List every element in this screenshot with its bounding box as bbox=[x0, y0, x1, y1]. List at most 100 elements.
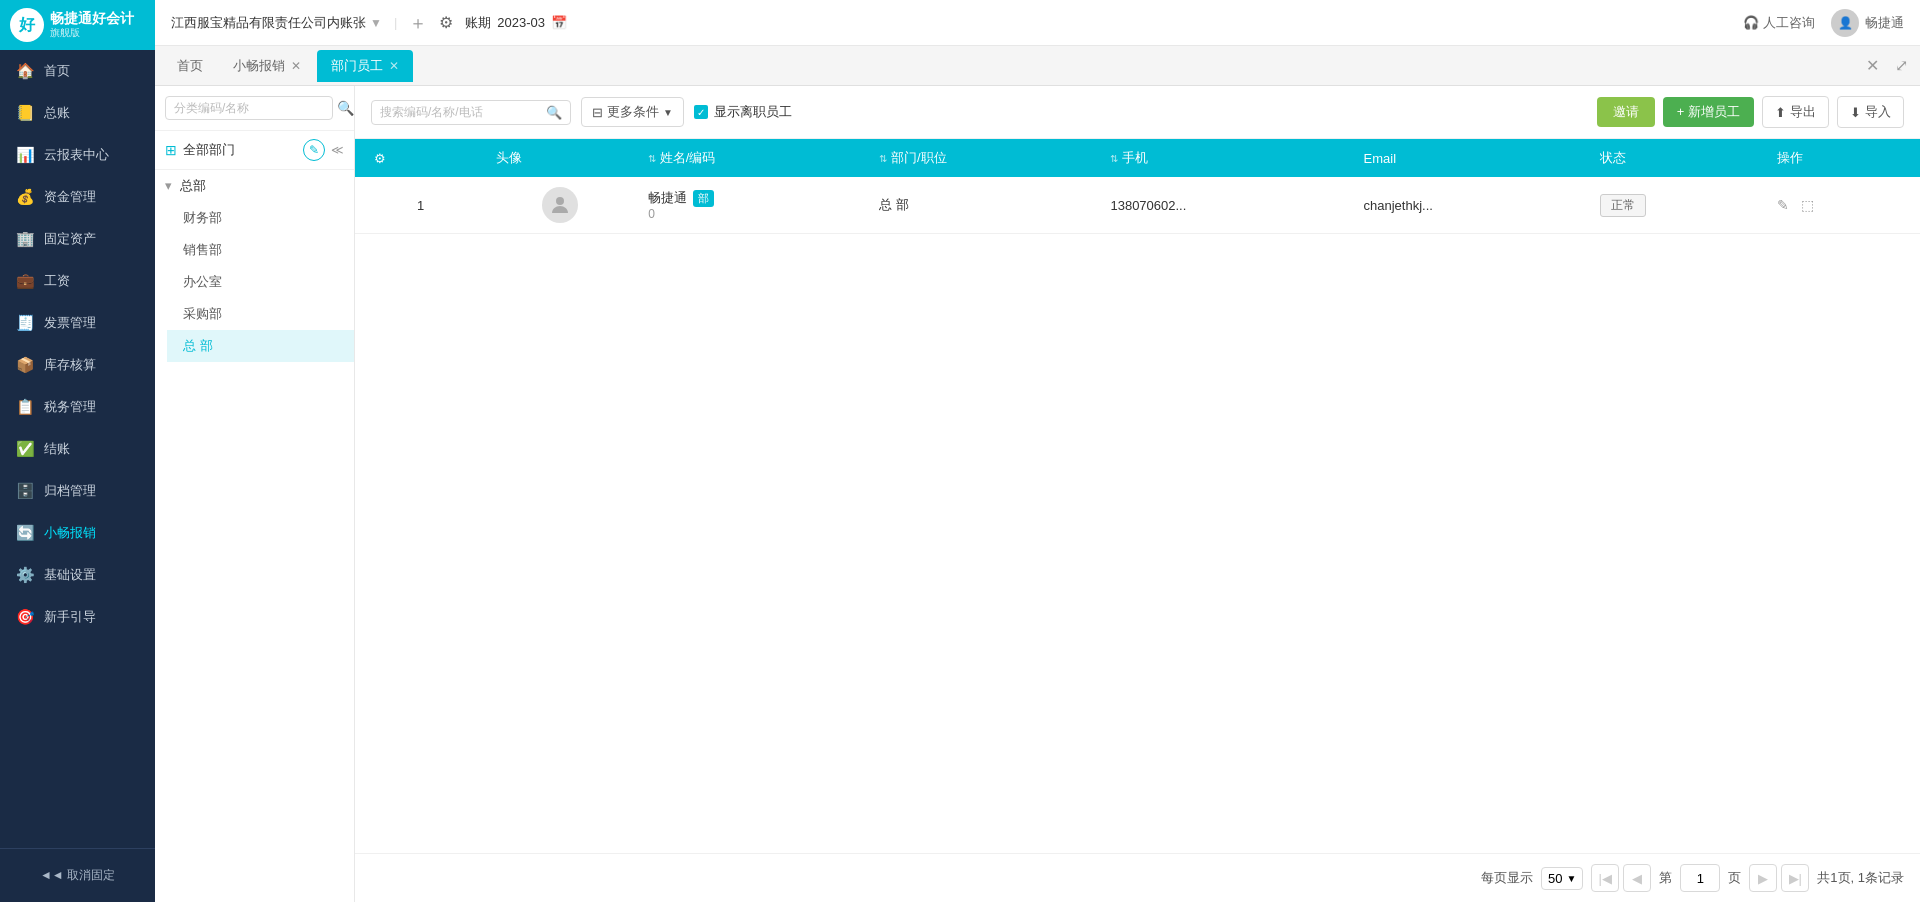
checkbox-icon: ✓ bbox=[694, 105, 708, 119]
sidebar-item-inventory[interactable]: 📦 库存核算 bbox=[0, 344, 155, 386]
app-logo: 好 畅捷通好会计 旗舰版 bbox=[0, 0, 155, 50]
delete-icon[interactable]: ⬚ bbox=[1801, 197, 1814, 213]
dept-edit-button[interactable]: ✎ bbox=[303, 139, 325, 161]
sidebar-item-invoice[interactable]: 🧾 发票管理 bbox=[0, 302, 155, 344]
col-num bbox=[405, 139, 484, 177]
employee-panel: 🔍 ⊟ 更多条件 ▼ ✓ 显示离职员工 邀请 + 新增员工 ⬆ 导出 bbox=[355, 86, 1920, 902]
sidebar-item-home[interactable]: 🏠 首页 bbox=[0, 50, 155, 92]
inventory-icon: 📦 bbox=[16, 356, 34, 374]
sidebar-item-capital[interactable]: 💰 资金管理 bbox=[0, 176, 155, 218]
company-selector[interactable]: 江西服宝精品有限责任公司内账张 ▼ bbox=[171, 14, 382, 32]
show-resigned-checkbox[interactable]: ✓ 显示离职员工 bbox=[694, 103, 792, 121]
dept-root-item[interactable]: ▾ 总部 bbox=[155, 170, 354, 202]
company-dropdown-icon: ▼ bbox=[370, 16, 382, 30]
cancel-pin-button[interactable]: ◄◄ 取消固定 bbox=[0, 859, 155, 892]
tab-home[interactable]: 首页 bbox=[163, 50, 217, 82]
period-selector[interactable]: 账期 2023-03 📅 bbox=[465, 14, 567, 32]
grid-icon: ⊞ bbox=[165, 142, 177, 158]
sidebar-item-label: 归档管理 bbox=[44, 482, 96, 500]
first-page-button[interactable]: |◀ bbox=[1591, 864, 1619, 892]
export-button[interactable]: ⬆ 导出 bbox=[1762, 96, 1829, 128]
dept-search-input[interactable] bbox=[165, 96, 333, 120]
per-page-dropdown-icon: ▼ bbox=[1566, 873, 1576, 884]
assets-icon: 🏢 bbox=[16, 230, 34, 248]
expense-icon: 🔄 bbox=[16, 524, 34, 542]
import-button[interactable]: ⬇ 导入 bbox=[1837, 96, 1904, 128]
tab-dept-employee[interactable]: 部门员工 ✕ bbox=[317, 50, 413, 82]
add-company-icon[interactable]: ＋ bbox=[409, 11, 427, 35]
period-value: 2023-03 bbox=[497, 15, 545, 30]
employee-table-wrap: ⚙ 头像 ⇅ 姓名/编码 ⇅ 部门/职位 bbox=[355, 139, 1920, 853]
filter-button[interactable]: ⊟ 更多条件 ▼ bbox=[581, 97, 684, 127]
search-icon[interactable]: 🔍 bbox=[337, 100, 354, 116]
add-employee-button[interactable]: + 新增员工 bbox=[1663, 97, 1754, 127]
dept-header: ⊞ 全部部门 ✎ ≪ bbox=[155, 131, 354, 170]
employee-avatar bbox=[542, 187, 578, 223]
dept-collapse-icon[interactable]: ≪ bbox=[331, 143, 344, 157]
topbar: 江西服宝精品有限责任公司内账张 ▼ | ＋ ⚙ 账期 2023-03 📅 🎧 人… bbox=[155, 0, 1920, 46]
close-tab-icon[interactable]: ✕ bbox=[1862, 52, 1883, 79]
prev-page-button[interactable]: ◀ bbox=[1623, 864, 1651, 892]
col-dept-position[interactable]: ⇅ 部门/职位 bbox=[867, 139, 1098, 177]
tab-expense[interactable]: 小畅报销 ✕ bbox=[219, 50, 315, 82]
edit-icon[interactable]: ✎ bbox=[1777, 197, 1789, 213]
dept-item-office[interactable]: 办公室 bbox=[167, 266, 354, 298]
cell-email: chanjethkj... bbox=[1352, 177, 1589, 234]
sidebar-item-expense[interactable]: 🔄 小畅报销 bbox=[0, 512, 155, 554]
tab-dept-close[interactable]: ✕ bbox=[389, 59, 399, 73]
total-info: 共1页, 1条记录 bbox=[1817, 869, 1904, 887]
topbar-divider: | bbox=[394, 15, 397, 30]
sidebar-item-settings[interactable]: ⚙️ 基础设置 bbox=[0, 554, 155, 596]
topbar-settings-icon[interactable]: ⚙ bbox=[439, 13, 453, 32]
sidebar-item-assets[interactable]: 🏢 固定资产 bbox=[0, 218, 155, 260]
per-page-select[interactable]: 50 ▼ bbox=[1541, 867, 1583, 890]
dept-children: 财务部 销售部 办公室 采购部 总 部 bbox=[155, 202, 354, 362]
user-menu[interactable]: 👤 畅捷通 bbox=[1831, 9, 1904, 37]
service-button[interactable]: 🎧 人工咨询 bbox=[1743, 14, 1815, 32]
sidebar-item-label: 发票管理 bbox=[44, 314, 96, 332]
col-name-code[interactable]: ⇅ 姓名/编码 bbox=[636, 139, 867, 177]
app-edition: 旗舰版 bbox=[50, 26, 134, 40]
topbar-right: 🎧 人工咨询 👤 畅捷通 bbox=[1743, 9, 1904, 37]
dept-item-sales[interactable]: 销售部 bbox=[167, 234, 354, 266]
col-status: 状态 bbox=[1588, 139, 1765, 177]
dept-item-purchase[interactable]: 采购部 bbox=[167, 298, 354, 330]
invite-button[interactable]: 邀请 bbox=[1597, 97, 1655, 127]
period-label: 账期 bbox=[465, 14, 491, 32]
filter-label: 更多条件 bbox=[607, 103, 659, 121]
name-code-cell: 畅捷通 部 bbox=[648, 189, 855, 207]
expand-tab-icon[interactable]: ⤢ bbox=[1891, 52, 1912, 79]
dept-item-finance[interactable]: 财务部 bbox=[167, 202, 354, 234]
col-phone[interactable]: ⇅ 手机 bbox=[1098, 139, 1351, 177]
sidebar-item-closing[interactable]: ✅ 结账 bbox=[0, 428, 155, 470]
employee-search-input[interactable] bbox=[380, 105, 542, 119]
col-gear[interactable]: ⚙ bbox=[355, 139, 405, 177]
settings-icon: ⚙️ bbox=[16, 566, 34, 584]
archive-icon: 🗄️ bbox=[16, 482, 34, 500]
invoice-icon: 🧾 bbox=[16, 314, 34, 332]
sidebar-item-reports[interactable]: 📊 云报表中心 bbox=[0, 134, 155, 176]
chevron-down-icon: ▼ bbox=[663, 107, 673, 118]
cell-phone: 138070602... bbox=[1098, 177, 1351, 234]
col-email: Email bbox=[1352, 139, 1589, 177]
employee-toolbar: 🔍 ⊟ 更多条件 ▼ ✓ 显示离职员工 邀请 + 新增员工 ⬆ 导出 bbox=[355, 86, 1920, 139]
sidebar-item-guide[interactable]: 🎯 新手引导 bbox=[0, 596, 155, 638]
capital-icon: 💰 bbox=[16, 188, 34, 206]
sidebar-item-payroll[interactable]: 💼 工资 bbox=[0, 260, 155, 302]
dept-item-general[interactable]: 总 部 bbox=[167, 330, 354, 362]
import-icon: ⬇ bbox=[1850, 105, 1861, 120]
page-number-input[interactable] bbox=[1680, 864, 1720, 892]
logo-icon: 好 bbox=[10, 8, 44, 42]
last-page-button[interactable]: ▶| bbox=[1781, 864, 1809, 892]
dept-badge: 部 bbox=[693, 190, 714, 207]
tab-expense-close[interactable]: ✕ bbox=[291, 59, 301, 73]
sidebar-item-archive[interactable]: 🗄️ 归档管理 bbox=[0, 470, 155, 512]
sidebar-item-ledger[interactable]: 📒 总账 bbox=[0, 92, 155, 134]
show-resigned-label: 显示离职员工 bbox=[714, 103, 792, 121]
next-page-button[interactable]: ▶ bbox=[1749, 864, 1777, 892]
toolbar-right: 邀请 + 新增员工 ⬆ 导出 ⬇ 导入 bbox=[1597, 96, 1904, 128]
all-dept-label: 全部部门 bbox=[183, 141, 297, 159]
closing-icon: ✅ bbox=[16, 440, 34, 458]
sidebar-item-tax[interactable]: 📋 税务管理 bbox=[0, 386, 155, 428]
sidebar-item-label: 固定资产 bbox=[44, 230, 96, 248]
